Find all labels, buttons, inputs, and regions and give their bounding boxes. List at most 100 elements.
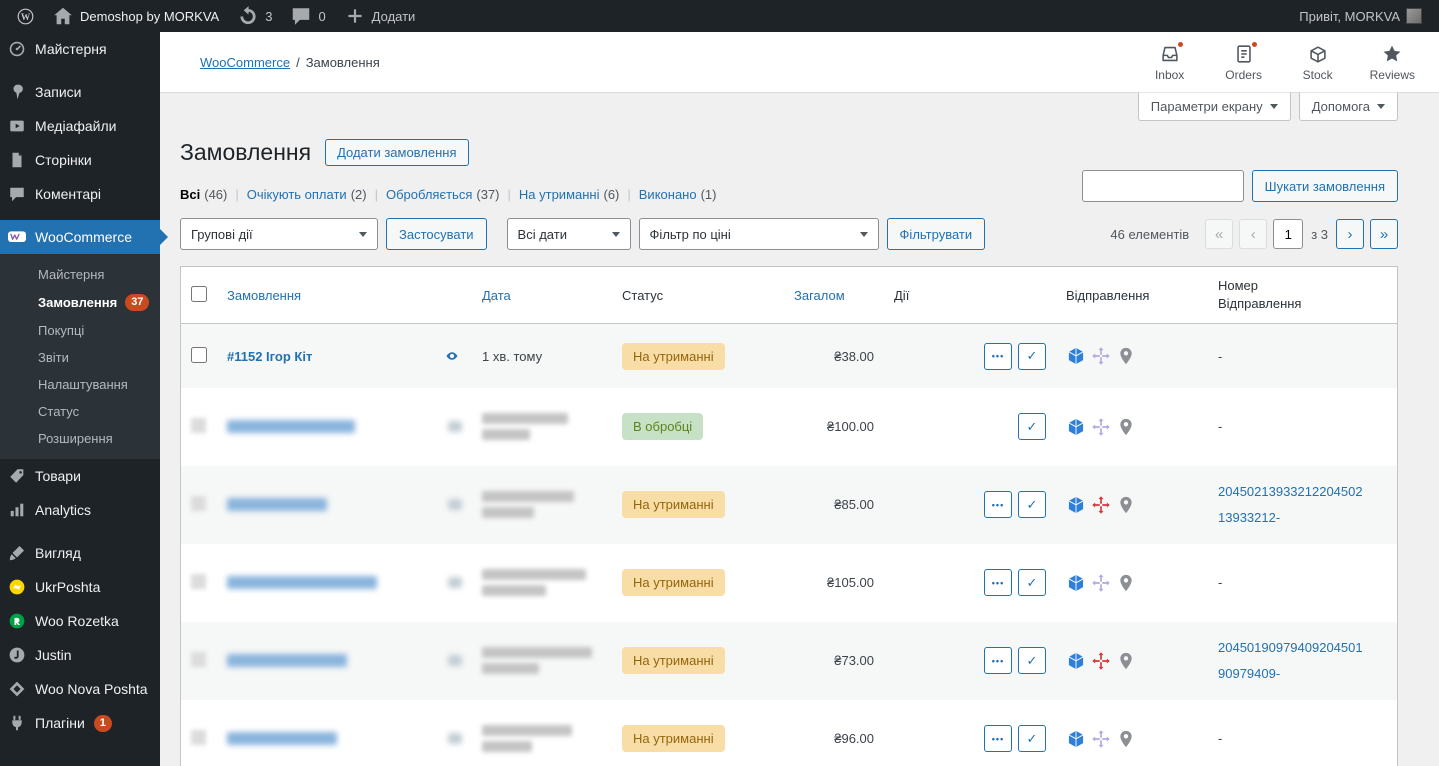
shipping-pin-icon[interactable]: [1116, 651, 1136, 671]
row-checkbox[interactable]: [191, 346, 207, 363]
comments-indicator[interactable]: 0: [281, 0, 334, 32]
submenu-item-wc-home[interactable]: Майстерня: [0, 261, 160, 288]
bulk-actions-select[interactable]: Групові дії: [180, 218, 378, 250]
more-actions-button[interactable]: •••: [984, 647, 1012, 675]
table-row[interactable]: На утриманні ₴85.00 ••• ✓ 20450213933212…: [180, 465, 1398, 544]
sidebar-item-justin[interactable]: Justin: [0, 638, 160, 672]
activity-stock-button[interactable]: Stock: [1296, 43, 1340, 82]
submenu-item-orders[interactable]: Замовлення 37: [0, 288, 160, 317]
woocommerce-icon: [8, 228, 26, 246]
more-actions-button[interactable]: •••: [984, 725, 1012, 753]
shipping-arrows-icon[interactable]: [1091, 417, 1111, 437]
table-row[interactable]: #1152 Ігор Кіт 1 хв. тому На утриманні ₴…: [180, 323, 1398, 388]
filter-on-hold[interactable]: На утриманні (6): [519, 187, 619, 202]
shipping-box-icon[interactable]: [1066, 651, 1086, 671]
complete-order-button[interactable]: ✓: [1018, 413, 1046, 441]
shipping-arrows-icon[interactable]: [1091, 346, 1111, 366]
products-tag-icon: [8, 467, 26, 485]
sidebar-item-ukrposhta[interactable]: UkrPoshta: [0, 570, 160, 604]
search-orders-button[interactable]: Шукати замовлення: [1251, 170, 1398, 202]
status-badge: На утриманні: [622, 491, 725, 519]
current-page-input[interactable]: [1273, 219, 1304, 249]
tracking-number-link[interactable]: 2045021393321220450213933212-: [1218, 479, 1368, 531]
sidebar-item-comments[interactable]: Коментарі: [0, 177, 160, 211]
activity-inbox-button[interactable]: Inbox: [1148, 40, 1192, 82]
blurred-date: [482, 413, 568, 425]
new-content-button[interactable]: Додати: [335, 0, 425, 32]
submenu-item-status[interactable]: Статус: [0, 398, 160, 425]
submenu-item-reports[interactable]: Звіти: [0, 344, 160, 371]
complete-order-button[interactable]: ✓: [1018, 342, 1046, 370]
submenu-item-settings[interactable]: Налаштування: [0, 371, 160, 398]
price-filter-select[interactable]: Фільтр по ціні: [638, 218, 879, 250]
shipping-box-icon[interactable]: [1066, 495, 1086, 515]
complete-order-button[interactable]: ✓: [1018, 647, 1046, 675]
activity-reviews-button[interactable]: Reviews: [1370, 43, 1415, 82]
updates-indicator[interactable]: 3: [228, 0, 281, 32]
wordpress-logo-icon[interactable]: W: [8, 0, 43, 32]
site-name-link[interactable]: Demoshop by MORKVA: [43, 0, 228, 32]
shipping-pin-icon[interactable]: [1116, 495, 1136, 515]
sidebar-item-appearance[interactable]: Вигляд: [0, 536, 160, 570]
column-header-date[interactable]: Дата: [472, 266, 612, 325]
help-button[interactable]: Допомога: [1298, 92, 1398, 121]
sidebar-item-novaposhta[interactable]: Woo Nova Poshta: [0, 672, 160, 706]
filter-completed[interactable]: Виконано (1): [639, 187, 717, 202]
filter-all[interactable]: Всі (46): [180, 187, 227, 202]
filter-pending-payment[interactable]: Очікують оплати (2): [247, 187, 367, 202]
sidebar-item-posts[interactable]: Записи: [0, 75, 160, 109]
apply-button[interactable]: Застосувати: [386, 218, 487, 250]
filter-processing[interactable]: Обробляється (37): [386, 187, 500, 202]
sidebar-item-pages[interactable]: Сторінки: [0, 143, 160, 177]
shipping-arrows-icon[interactable]: [1091, 729, 1111, 749]
column-header-order[interactable]: Замовлення: [217, 266, 472, 325]
table-row[interactable]: На утриманні ₴73.00 ••• ✓ 20450190979409…: [180, 621, 1398, 700]
sidebar-item-media[interactable]: Медіафайли: [0, 109, 160, 143]
shipping-box-icon[interactable]: [1066, 346, 1086, 366]
sidebar-item-analytics[interactable]: Analytics: [0, 493, 160, 527]
sidebar-item-dashboard[interactable]: Майстерня: [0, 32, 160, 66]
blurred-eye-icon: [448, 421, 462, 433]
breadcrumb-woocommerce-link[interactable]: WooCommerce: [200, 55, 290, 70]
filter-button[interactable]: Фільтрувати: [886, 218, 986, 250]
order-link[interactable]: #1152 Ігор Кіт: [227, 349, 312, 364]
search-input[interactable]: [1081, 170, 1244, 202]
last-page-button[interactable]: »: [1370, 219, 1398, 249]
more-actions-button[interactable]: •••: [984, 491, 1012, 519]
more-actions-button[interactable]: •••: [984, 569, 1012, 597]
screen-options-button[interactable]: Параметри екрану: [1137, 92, 1291, 121]
complete-order-button[interactable]: ✓: [1018, 491, 1046, 519]
table-row[interactable]: На утриманні ₴105.00 ••• ✓ -: [181, 544, 1398, 622]
next-page-button[interactable]: ›: [1336, 219, 1364, 249]
total-pages-label: з 3: [1311, 226, 1328, 242]
shipping-box-icon[interactable]: [1066, 573, 1086, 593]
column-header-total[interactable]: Загалом: [784, 266, 884, 325]
submenu-item-extensions[interactable]: Розширення: [0, 425, 160, 452]
table-row[interactable]: В обробці ₴100.00 ✓ -: [181, 388, 1398, 466]
more-actions-button[interactable]: •••: [984, 342, 1012, 370]
tracking-number-link[interactable]: 2045019097940920450190979409-: [1218, 635, 1368, 687]
complete-order-button[interactable]: ✓: [1018, 725, 1046, 753]
add-order-button[interactable]: Додати замовлення: [325, 139, 469, 166]
date-filter-select[interactable]: Всі дати: [506, 218, 631, 250]
shipping-box-icon[interactable]: [1066, 729, 1086, 749]
shipping-pin-icon[interactable]: [1116, 417, 1136, 437]
shipping-pin-icon[interactable]: [1116, 573, 1136, 593]
sidebar-item-products[interactable]: Товари: [0, 459, 160, 493]
activity-orders-button[interactable]: Orders: [1222, 40, 1266, 82]
sidebar-item-woocommerce[interactable]: WooCommerce: [0, 220, 168, 254]
table-row[interactable]: На утриманні ₴96.00 ••• ✓ -: [181, 700, 1398, 766]
select-all-checkbox[interactable]: [191, 285, 207, 302]
account-menu[interactable]: Привіт, MORKVA: [1290, 0, 1431, 32]
preview-eye-icon[interactable]: [442, 349, 462, 363]
shipping-arrows-icon[interactable]: [1091, 573, 1111, 593]
submenu-item-customers[interactable]: Покупці: [0, 317, 160, 344]
shipping-pin-icon[interactable]: [1116, 729, 1136, 749]
complete-order-button[interactable]: ✓: [1018, 569, 1046, 597]
shipping-arrows-icon[interactable]: [1091, 651, 1111, 671]
shipping-box-icon[interactable]: [1066, 417, 1086, 437]
sidebar-item-rozetka[interactable]: Woo Rozetka: [0, 604, 160, 638]
shipping-arrows-icon[interactable]: [1091, 495, 1111, 515]
sidebar-item-plugins[interactable]: Плагіни 1: [0, 706, 160, 740]
shipping-pin-icon[interactable]: [1116, 346, 1136, 366]
